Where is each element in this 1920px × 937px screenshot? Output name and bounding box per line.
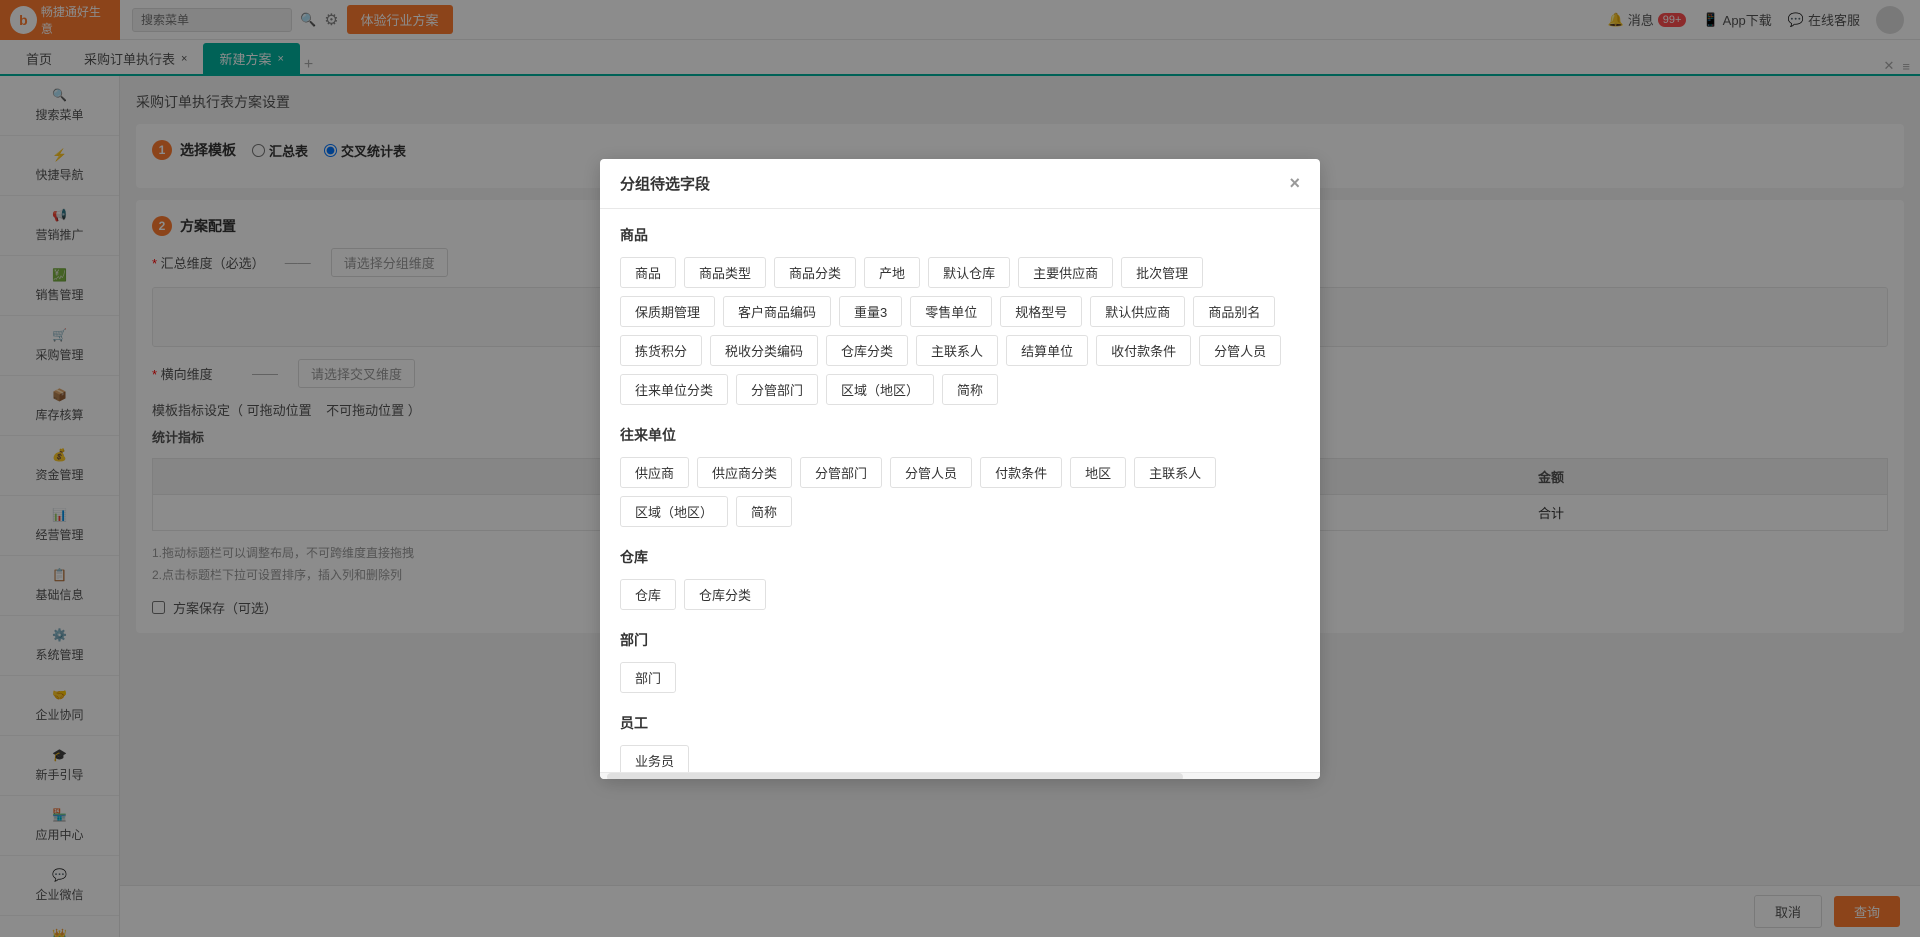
category-dept-title: 部门 <box>620 630 1300 650</box>
modal-overlay[interactable]: 分组待选字段 × 商品 商品 商品类型 商品分类 产地 默认仓库 主要供应商 批… <box>0 0 1920 937</box>
tag-region-goods[interactable]: 区域（地区） <box>826 374 934 405</box>
tag-short-name-goods[interactable]: 简称 <box>942 374 998 405</box>
category-partner: 往来单位 供应商 供应商分类 分管部门 分管人员 付款条件 地区 主联系人 区域… <box>620 425 1300 527</box>
modal-scrollbar-area[interactable] <box>600 772 1320 778</box>
tag-manager[interactable]: 分管人员 <box>1199 335 1281 366</box>
tag-default-supplier[interactable]: 默认供应商 <box>1090 296 1185 327</box>
tag-settlement-unit[interactable]: 结算单位 <box>1006 335 1088 366</box>
category-employee-tags: 业务员 <box>620 745 1300 773</box>
tag-short-name-partner[interactable]: 简称 <box>736 496 792 527</box>
tag-department[interactable]: 部门 <box>620 662 676 693</box>
tag-payment-terms[interactable]: 收付款条件 <box>1096 335 1191 366</box>
category-warehouse: 仓库 仓库 仓库分类 <box>620 547 1300 610</box>
tag-supplier[interactable]: 供应商 <box>620 457 689 488</box>
tag-tax-code[interactable]: 税收分类编码 <box>710 335 818 366</box>
tag-supplier-category[interactable]: 供应商分类 <box>697 457 792 488</box>
category-goods-title: 商品 <box>620 225 1300 245</box>
category-employee-title: 员工 <box>620 713 1300 733</box>
tag-mgmt-person[interactable]: 分管人员 <box>890 457 972 488</box>
tag-weight3[interactable]: 重量3 <box>839 296 902 327</box>
tag-warehouse[interactable]: 仓库 <box>620 579 676 610</box>
tag-retail-unit[interactable]: 零售单位 <box>910 296 992 327</box>
tag-dept-manage[interactable]: 分管部门 <box>736 374 818 405</box>
tag-partner-category[interactable]: 往来单位分类 <box>620 374 728 405</box>
tag-origin[interactable]: 产地 <box>864 257 920 288</box>
tag-goods[interactable]: 商品 <box>620 257 676 288</box>
modal-close-button[interactable]: × <box>1289 173 1300 194</box>
modal-header: 分组待选字段 × <box>600 159 1320 209</box>
tag-warehouse-cat[interactable]: 仓库分类 <box>684 579 766 610</box>
tag-customer-code[interactable]: 客户商品编码 <box>723 296 831 327</box>
tag-salesperson[interactable]: 业务员 <box>620 745 689 773</box>
category-department: 部门 部门 <box>620 630 1300 693</box>
category-employee: 员工 业务员 <box>620 713 1300 773</box>
category-warehouse-tags: 仓库 仓库分类 <box>620 579 1300 610</box>
category-partner-title: 往来单位 <box>620 425 1300 445</box>
tag-region-partner[interactable]: 地区 <box>1070 457 1126 488</box>
tag-main-contact-partner[interactable]: 主联系人 <box>1134 457 1216 488</box>
modal-dialog: 分组待选字段 × 商品 商品 商品类型 商品分类 产地 默认仓库 主要供应商 批… <box>600 159 1320 779</box>
modal-title: 分组待选字段 <box>620 173 710 194</box>
tag-goods-type[interactable]: 商品类型 <box>684 257 766 288</box>
tag-payment-condition[interactable]: 付款条件 <box>980 457 1062 488</box>
category-warehouse-title: 仓库 <box>620 547 1300 567</box>
tag-pick-points[interactable]: 拣货积分 <box>620 335 702 366</box>
category-goods: 商品 商品 商品类型 商品分类 产地 默认仓库 主要供应商 批次管理 保质期管理… <box>620 225 1300 405</box>
tag-default-warehouse[interactable]: 默认仓库 <box>928 257 1010 288</box>
category-goods-tags: 商品 商品类型 商品分类 产地 默认仓库 主要供应商 批次管理 保质期管理 客户… <box>620 257 1300 405</box>
tag-main-supplier[interactable]: 主要供应商 <box>1018 257 1113 288</box>
tag-goods-category[interactable]: 商品分类 <box>774 257 856 288</box>
category-partner-tags: 供应商 供应商分类 分管部门 分管人员 付款条件 地区 主联系人 区域（地区） … <box>620 457 1300 527</box>
tag-region-area[interactable]: 区域（地区） <box>620 496 728 527</box>
tag-warehouse-category[interactable]: 仓库分类 <box>826 335 908 366</box>
tag-expiry-manage[interactable]: 保质期管理 <box>620 296 715 327</box>
tag-batch-manage[interactable]: 批次管理 <box>1121 257 1203 288</box>
tag-spec-model[interactable]: 规格型号 <box>1000 296 1082 327</box>
tag-mgmt-dept[interactable]: 分管部门 <box>800 457 882 488</box>
modal-body: 商品 商品 商品类型 商品分类 产地 默认仓库 主要供应商 批次管理 保质期管理… <box>600 209 1320 773</box>
tag-goods-alias[interactable]: 商品别名 <box>1193 296 1275 327</box>
category-dept-tags: 部门 <box>620 662 1300 693</box>
tag-main-contact[interactable]: 主联系人 <box>916 335 998 366</box>
